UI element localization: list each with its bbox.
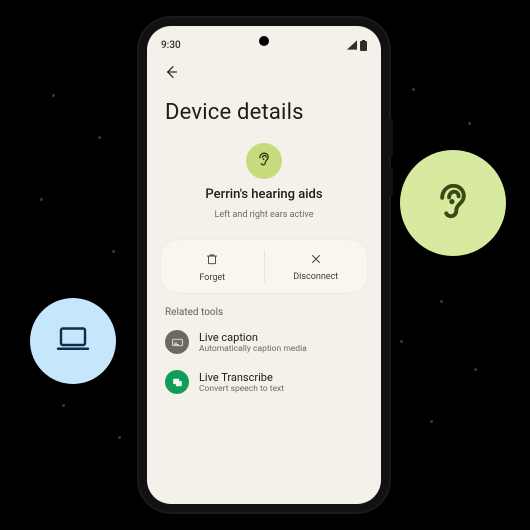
device-summary: Perrin's hearing aids Left and right ear… bbox=[147, 139, 381, 234]
hearing-icon bbox=[427, 175, 479, 231]
phone-frame: 9:30 bbox=[139, 18, 389, 512]
phone-screen: 9:30 bbox=[147, 26, 381, 504]
trash-icon bbox=[205, 252, 219, 269]
hearing-aid-icon bbox=[254, 149, 274, 173]
camera-hole bbox=[259, 36, 269, 46]
device-avatar bbox=[246, 143, 282, 179]
tool-subtitle: Automatically caption media bbox=[199, 344, 307, 354]
back-button[interactable] bbox=[157, 60, 185, 88]
tool-subtitle: Convert speech to text bbox=[199, 384, 284, 394]
forget-label: Forget bbox=[199, 273, 225, 283]
battery-icon bbox=[360, 40, 367, 51]
disconnect-label: Disconnect bbox=[293, 272, 338, 282]
action-card: Forget Disconnect bbox=[161, 240, 367, 293]
forget-button[interactable]: Forget bbox=[161, 240, 264, 293]
device-name: Perrin's hearing aids bbox=[205, 187, 322, 202]
device-status: Left and right ears active bbox=[215, 210, 314, 220]
page-title: Device details bbox=[147, 88, 381, 139]
related-tools-label: Related tools bbox=[147, 307, 381, 322]
arrow-left-icon bbox=[163, 64, 179, 84]
app-bar bbox=[147, 56, 381, 88]
disconnect-button[interactable]: Disconnect bbox=[265, 240, 368, 293]
hearing-bubble bbox=[400, 150, 506, 256]
live-transcribe-icon bbox=[165, 370, 189, 394]
promo-stage: 9:30 bbox=[0, 0, 530, 530]
tool-live-transcribe[interactable]: Live Transcribe Convert speech to text bbox=[147, 362, 381, 402]
status-time: 9:30 bbox=[161, 40, 181, 51]
tool-title: Live Transcribe bbox=[199, 371, 284, 384]
live-caption-icon bbox=[165, 330, 189, 354]
laptop-icon bbox=[55, 321, 91, 361]
tool-title: Live caption bbox=[199, 331, 307, 344]
tool-live-caption[interactable]: Live caption Automatically caption media bbox=[147, 322, 381, 362]
close-icon bbox=[310, 253, 322, 268]
signal-icon bbox=[346, 40, 357, 50]
laptop-bubble bbox=[30, 298, 116, 384]
